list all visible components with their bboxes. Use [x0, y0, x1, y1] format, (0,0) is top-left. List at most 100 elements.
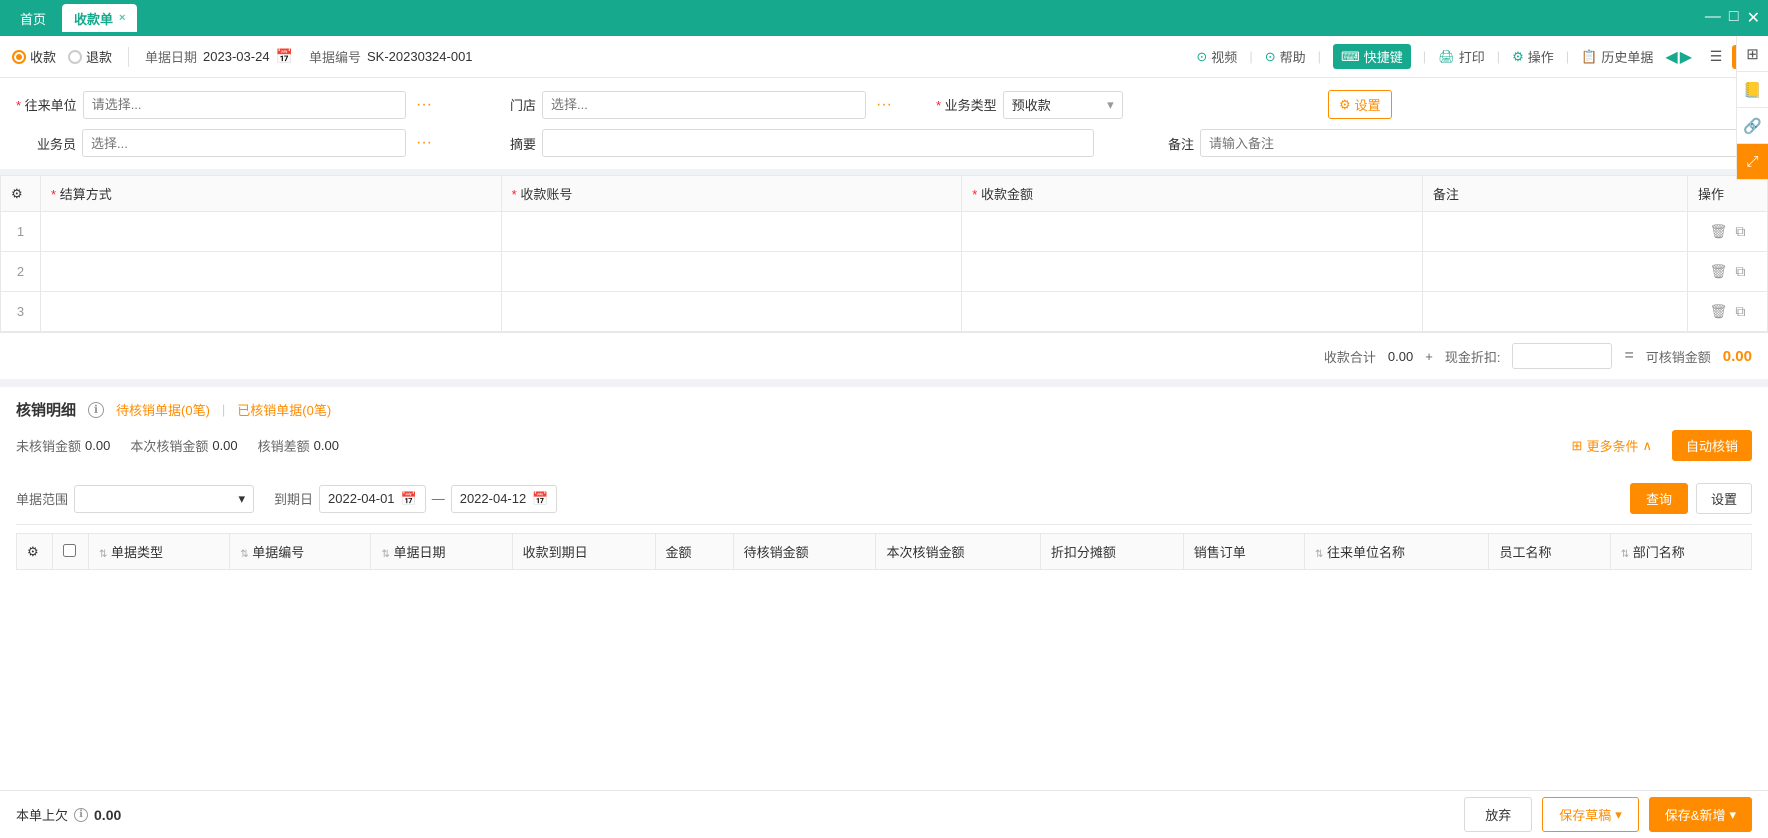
- row-copy-icon-1[interactable]: ⧉: [1735, 223, 1745, 240]
- window-minimize-icon[interactable]: —: [1705, 8, 1721, 28]
- bt-th-number: ⇅ 单据编号: [230, 534, 371, 570]
- radio-refund[interactable]: 退款: [68, 47, 112, 66]
- footer-info-icon[interactable]: ℹ: [74, 808, 88, 822]
- row-amount-2[interactable]: [962, 252, 1423, 292]
- toolbar: 收款 退款 单据日期 2023-03-24 📅 单据编号 SK-20230324…: [0, 36, 1768, 78]
- note-input[interactable]: [1200, 129, 1752, 157]
- query-btn[interactable]: 查询: [1630, 483, 1688, 514]
- footer-right: 放弃 保存草稿 ▾ 保存&新增 ▾: [1464, 797, 1752, 832]
- row-account-2[interactable]: [501, 252, 962, 292]
- staff-input[interactable]: [82, 129, 406, 157]
- row-settlement-2[interactable]: [41, 252, 502, 292]
- history-icon: 📋: [1581, 49, 1597, 65]
- staff-field: 业务员 ···: [16, 129, 436, 157]
- sidebar-book-icon[interactable]: 📒: [1737, 72, 1768, 108]
- row-num-2: 2: [1, 252, 41, 292]
- row-account-3[interactable]: [501, 292, 962, 332]
- row-copy-icon-2[interactable]: ⧉: [1735, 263, 1745, 280]
- bt-select-all-checkbox[interactable]: [63, 544, 76, 557]
- summary-input[interactable]: [542, 129, 1094, 157]
- radio-income-dot: [12, 50, 26, 64]
- footer: 本单上欠 ℹ 0.00 放弃 保存草稿 ▾ 保存&新增 ▾: [0, 790, 1768, 838]
- bt-th-date: ⇅ 单据日期: [371, 534, 512, 570]
- store-input[interactable]: [542, 91, 866, 119]
- row-amount-3[interactable]: [962, 292, 1423, 332]
- row-delete-icon-2[interactable]: 🗑: [1710, 263, 1728, 280]
- table-section: ⚙ * 结算方式 * 收款账号 * 收款金额 备注 操作: [0, 175, 1768, 379]
- toolbar-history[interactable]: 📋 历史单据: [1581, 47, 1653, 66]
- right-sidebar: ⊞ 📒 🔗 ⤢: [1736, 36, 1768, 180]
- filter-range-arrow-icon: ▾: [238, 491, 245, 507]
- settings-btn-wrapper: ⚙ 设置: [1328, 90, 1392, 119]
- filter-date-from[interactable]: 2022-04-01 📅: [319, 485, 426, 513]
- toolbar-nav-arrows: ◀ ▶: [1665, 47, 1692, 67]
- reconcile-info-icon[interactable]: ℹ: [88, 402, 104, 418]
- th-settings[interactable]: ⚙: [1, 176, 41, 212]
- row-account-1[interactable]: [501, 212, 962, 252]
- nav-next-icon[interactable]: ▶: [1680, 47, 1692, 67]
- view-list-icon[interactable]: ☰: [1704, 45, 1728, 69]
- bt-th-checkbox[interactable]: [53, 534, 89, 570]
- toolbar-print[interactable]: 🖨 打印: [1438, 47, 1485, 66]
- staff-more-btn[interactable]: ···: [412, 134, 436, 152]
- more-conditions-btn[interactable]: ⊞ 更多条件 ∧: [1572, 436, 1652, 455]
- radio-income[interactable]: 收款: [12, 47, 56, 66]
- tab-home[interactable]: 首页: [8, 4, 58, 32]
- date-picker-icon[interactable]: 📅: [276, 48, 293, 65]
- toolbar-shortcut[interactable]: ⌨ 快捷键: [1333, 44, 1411, 69]
- sidebar-link-icon[interactable]: 🔗: [1737, 108, 1768, 144]
- radio-refund-dot: [68, 50, 82, 64]
- sidebar-expand-icon[interactable]: ⤢: [1737, 144, 1768, 180]
- filter-date-field: 到期日 2022-04-01 📅 — 2022-04-12 📅: [274, 485, 557, 513]
- toolbar-operation[interactable]: ⚙ 操作: [1512, 47, 1554, 66]
- reconcile-settings-btn[interactable]: 设置: [1696, 483, 1752, 514]
- reconcile-section: 核销明细 ℹ 待核销单据(0笔) | 已核销单据(0笔) 未核销金额 0.00 …: [0, 387, 1768, 790]
- window-close-icon[interactable]: ✕: [1747, 8, 1760, 28]
- tab-receipt[interactable]: 收款单 ×: [62, 4, 137, 32]
- toolbar-help[interactable]: ⊙ 帮助: [1265, 47, 1306, 66]
- form-row-2: 业务员 ··· 摘要 备注: [16, 129, 1752, 157]
- store-label: 门店: [476, 95, 536, 114]
- bt-th-gear[interactable]: ⚙: [17, 534, 53, 570]
- discount-input[interactable]: [1512, 343, 1612, 369]
- nav-prev-icon[interactable]: ◀: [1665, 47, 1677, 67]
- save-draft-btn[interactable]: 保存草稿 ▾: [1542, 797, 1639, 832]
- stat-unreconciled: 未核销金额 0.00: [16, 436, 110, 455]
- sidebar-table-icon[interactable]: ⊞: [1737, 36, 1768, 72]
- business-type-label: 业务类型: [936, 95, 997, 114]
- bottom-table: ⚙ ⇅ 单据类型 ⇅ 单据编号 ⇅ 单据日期: [16, 533, 1752, 570]
- counterparty-more-btn[interactable]: ···: [412, 96, 436, 114]
- auto-reconcile-btn[interactable]: 自动核销: [1672, 430, 1752, 461]
- note-label: 备注: [1134, 134, 1194, 153]
- form-settings-btn[interactable]: ⚙ 设置: [1328, 90, 1392, 119]
- th-settlement: * 结算方式: [41, 176, 502, 212]
- row-amount-1[interactable]: [962, 212, 1423, 252]
- toolbar-number-field: 单据编号 SK-20230324-001: [309, 47, 473, 66]
- bt-th-pending: 待核销金额: [733, 534, 876, 570]
- row-actions-1: 🗑 ⧉: [1698, 223, 1757, 240]
- bt-th-amount: 金额: [655, 534, 733, 570]
- row-note-1[interactable]: [1422, 212, 1687, 252]
- tab-close-icon[interactable]: ×: [119, 12, 125, 24]
- row-note-3[interactable]: [1422, 292, 1687, 332]
- counterparty-input[interactable]: [83, 91, 406, 119]
- receipt-type-group: 收款 退款: [12, 47, 112, 66]
- business-type-select[interactable]: 预收款 ▾: [1003, 91, 1123, 119]
- row-delete-icon-3[interactable]: 🗑: [1710, 303, 1728, 320]
- main-content: 往来单位 ··· 门店 ··· 业务类型 预收款 ▾ ⚙ 设置: [0, 78, 1768, 838]
- row-settlement-3[interactable]: [41, 292, 502, 332]
- abandon-btn[interactable]: 放弃: [1464, 797, 1532, 832]
- toolbar-video[interactable]: ⊙ 视频: [1196, 47, 1237, 66]
- done-tab[interactable]: 已核销单据(0笔): [237, 400, 331, 419]
- row-settlement-1[interactable]: [41, 212, 502, 252]
- filter-date-to[interactable]: 2022-04-12 📅: [451, 485, 558, 513]
- save-new-btn[interactable]: 保存&新增 ▾: [1649, 797, 1752, 832]
- row-actions-3: 🗑 ⧉: [1698, 303, 1757, 320]
- store-more-btn[interactable]: ···: [872, 96, 896, 114]
- row-delete-icon-1[interactable]: 🗑: [1710, 223, 1728, 240]
- pending-tab[interactable]: 待核销单据(0笔): [116, 400, 210, 419]
- row-note-2[interactable]: [1422, 252, 1687, 292]
- window-restore-icon[interactable]: □: [1729, 8, 1739, 28]
- filter-range-select[interactable]: ▾: [74, 485, 254, 513]
- row-copy-icon-3[interactable]: ⧉: [1735, 303, 1745, 320]
